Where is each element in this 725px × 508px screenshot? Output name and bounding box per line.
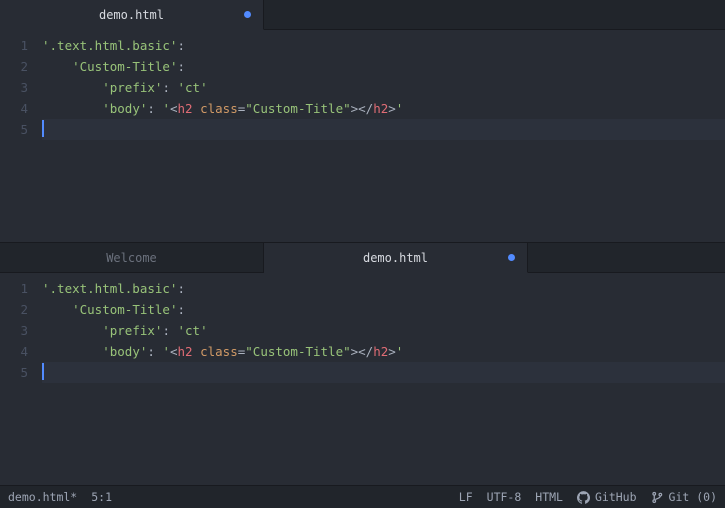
code-line[interactable] bbox=[42, 362, 725, 383]
code-line[interactable]: 'body': '<h2 class="Custom-Title"></h2>' bbox=[42, 98, 725, 119]
code-line[interactable] bbox=[42, 119, 725, 140]
status-github[interactable]: GitHub bbox=[577, 490, 637, 504]
status-git-label: Git (0) bbox=[669, 490, 717, 504]
status-encoding[interactable]: UTF-8 bbox=[487, 490, 522, 504]
modified-indicator-icon bbox=[508, 254, 515, 261]
text-cursor bbox=[42, 120, 44, 137]
editor-pane-bottom: Welcome demo.html 12345 '.text.html.basi… bbox=[0, 243, 725, 485]
tab-welcome[interactable]: Welcome bbox=[0, 243, 264, 273]
code-line[interactable]: 'body': '<h2 class="Custom-Title"></h2>' bbox=[42, 341, 725, 362]
status-github-label: GitHub bbox=[595, 490, 637, 504]
tab-bar-bottom: Welcome demo.html bbox=[0, 243, 725, 273]
status-cursor-position[interactable]: 5:1 bbox=[91, 490, 112, 504]
code-line[interactable]: '.text.html.basic': bbox=[42, 35, 725, 56]
code-line[interactable]: 'prefix': 'ct' bbox=[42, 320, 725, 341]
tab-label: demo.html bbox=[99, 8, 164, 22]
tab-bar-spacer bbox=[528, 243, 725, 273]
github-icon bbox=[577, 491, 590, 504]
status-filetype[interactable]: HTML bbox=[535, 490, 563, 504]
status-git[interactable]: Git (0) bbox=[651, 490, 717, 504]
code-line[interactable]: 'Custom-Title': bbox=[42, 299, 725, 320]
git-branch-icon bbox=[651, 491, 664, 504]
code-content[interactable]: '.text.html.basic': 'Custom-Title': 'pre… bbox=[42, 30, 725, 242]
editor-area-bottom[interactable]: 12345 '.text.html.basic': 'Custom-Title'… bbox=[0, 273, 725, 485]
line-number-gutter: 12345 bbox=[0, 273, 42, 485]
status-bar: demo.html* 5:1 LF UTF-8 HTML GitHub Git … bbox=[0, 485, 725, 508]
tab-label: demo.html bbox=[363, 251, 428, 265]
editor-area-top[interactable]: 12345 '.text.html.basic': 'Custom-Title'… bbox=[0, 30, 725, 242]
line-number-gutter: 12345 bbox=[0, 30, 42, 242]
code-line[interactable]: '.text.html.basic': bbox=[42, 278, 725, 299]
editor-panes: demo.html 12345 '.text.html.basic': 'Cus… bbox=[0, 0, 725, 485]
editor-window: demo.html 12345 '.text.html.basic': 'Cus… bbox=[0, 0, 725, 508]
tab-demo-html-top[interactable]: demo.html bbox=[0, 0, 264, 30]
code-line[interactable]: 'Custom-Title': bbox=[42, 56, 725, 77]
code-line[interactable]: 'prefix': 'ct' bbox=[42, 77, 725, 98]
code-content[interactable]: '.text.html.basic': 'Custom-Title': 'pre… bbox=[42, 273, 725, 485]
status-filename[interactable]: demo.html* bbox=[8, 490, 77, 504]
text-cursor bbox=[42, 363, 44, 380]
modified-indicator-icon bbox=[244, 11, 251, 18]
tab-demo-html-bottom[interactable]: demo.html bbox=[264, 243, 528, 273]
status-line-ending[interactable]: LF bbox=[459, 490, 473, 504]
tab-label: Welcome bbox=[106, 251, 157, 265]
tab-bar-top: demo.html bbox=[0, 0, 725, 30]
editor-pane-top: demo.html 12345 '.text.html.basic': 'Cus… bbox=[0, 0, 725, 243]
tab-bar-spacer bbox=[264, 0, 725, 30]
